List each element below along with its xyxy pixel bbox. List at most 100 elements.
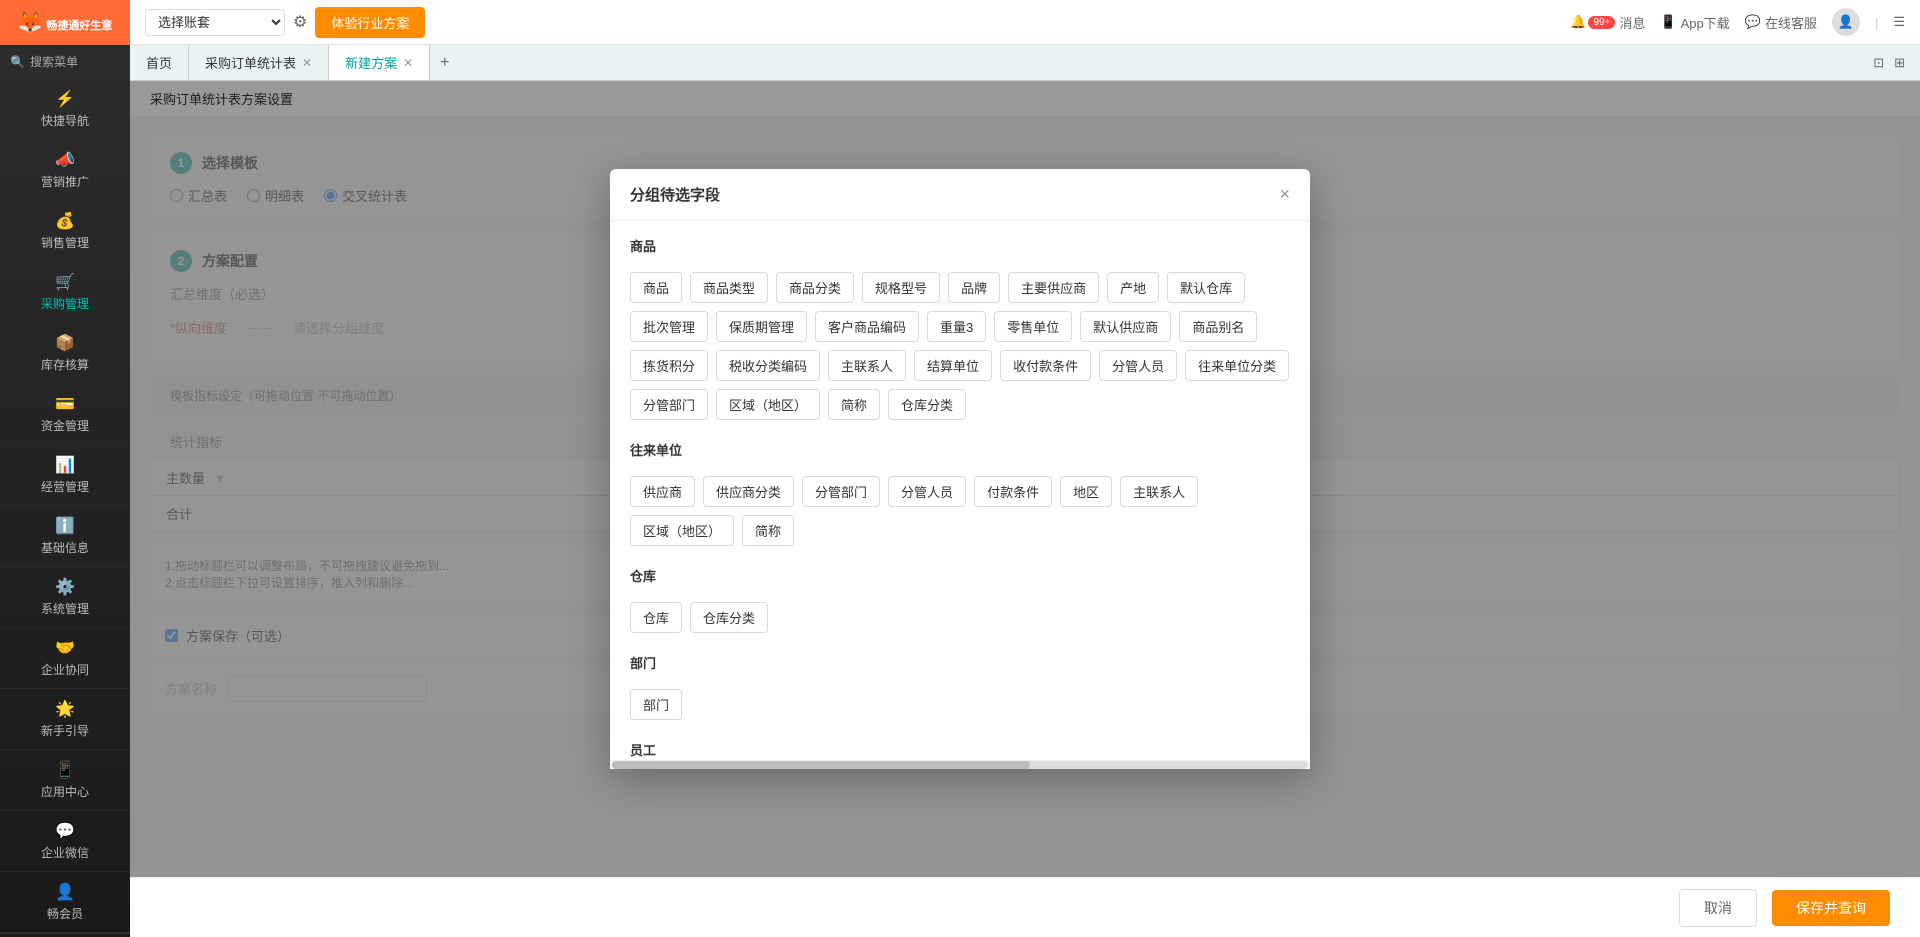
field-tag[interactable]: 批次管理: [630, 311, 708, 342]
sidebar-item-sales[interactable]: 💰 销售管理: [0, 201, 130, 262]
product-fields: 商品商品类型商品分类规格型号品牌主要供应商产地默认仓库批次管理保质期管理客户商品…: [630, 272, 1290, 420]
marketing-icon: 📣: [55, 150, 75, 170]
field-tag[interactable]: 结算单位: [914, 350, 992, 381]
service-icon: 💬: [1745, 14, 1761, 30]
wechat-icon: 💬: [55, 821, 75, 841]
field-tag[interactable]: 商品类型: [690, 272, 768, 303]
topbar-menu-icon[interactable]: ☰: [1893, 14, 1905, 30]
field-tag[interactable]: 默认供应商: [1080, 311, 1171, 342]
topbar-gear-icon[interactable]: ⚙: [293, 12, 307, 32]
inventory-icon: 📦: [55, 333, 75, 353]
field-tag[interactable]: 往来单位分类: [1185, 350, 1289, 381]
sidebar-item-collab[interactable]: 🤝 企业协同: [0, 628, 130, 689]
field-tag[interactable]: 主要供应商: [1008, 272, 1099, 303]
field-tag[interactable]: 地区: [1060, 476, 1112, 507]
section-employee-title: 员工: [630, 740, 1290, 760]
field-tag[interactable]: 默认仓库: [1167, 272, 1245, 303]
field-tag[interactable]: 区域（地区）: [716, 389, 820, 420]
field-tag[interactable]: 商品: [630, 272, 682, 303]
app-download[interactable]: 📱 App下载: [1660, 13, 1729, 32]
member-icon: 👤: [55, 882, 75, 902]
sidebar-item-apps[interactable]: 📱 应用中心: [0, 750, 130, 811]
field-tag[interactable]: 供应商: [630, 476, 695, 507]
field-tag[interactable]: 简称: [742, 515, 794, 546]
avatar[interactable]: 👤: [1832, 8, 1860, 36]
field-tag[interactable]: 付款条件: [974, 476, 1052, 507]
tab-new-plan-close[interactable]: ✕: [403, 56, 413, 70]
tab-collapse-icon[interactable]: ⊡: [1873, 55, 1884, 71]
sidebar-item-inventory[interactable]: 📦 库存核算: [0, 323, 130, 384]
field-tag[interactable]: 收付款条件: [1000, 350, 1091, 381]
sidebar-item-member[interactable]: 👤 畅会员: [0, 872, 130, 933]
field-tag[interactable]: 税收分类编码: [716, 350, 820, 381]
field-tag[interactable]: 部门: [630, 689, 682, 720]
topbar-right: 🔔 99+ 消息 📱 App下载 💬 在线客服 👤 | ☰: [1570, 8, 1905, 36]
field-tag[interactable]: 商品别名: [1179, 311, 1257, 342]
field-tag[interactable]: 商品分类: [776, 272, 854, 303]
field-tag[interactable]: 区域（地区）: [630, 515, 734, 546]
sidebar-logo: 🦊 畅捷通好生意: [0, 0, 130, 45]
field-tag[interactable]: 仓库分类: [690, 602, 768, 633]
experience-btn[interactable]: 体验行业方案: [315, 7, 425, 38]
tab-new-plan[interactable]: 新建方案 ✕: [329, 45, 430, 80]
sidebar-item-operations[interactable]: 📊 经营管理: [0, 445, 130, 506]
sidebar-search[interactable]: 🔍 搜索菜单: [0, 45, 130, 79]
sidebar-item-quick-nav[interactable]: ⚡ 快捷导航: [0, 79, 130, 140]
modal-body: 商品 商品商品类型商品分类规格型号品牌主要供应商产地默认仓库批次管理保质期管理客…: [610, 221, 1310, 760]
field-tag[interactable]: 重量3: [927, 311, 986, 342]
tab-add-icon[interactable]: +: [430, 54, 459, 72]
field-tag[interactable]: 品牌: [948, 272, 1000, 303]
purchase-icon: 🛒: [55, 272, 75, 292]
account-select[interactable]: 选择账套: [145, 9, 285, 36]
basic-icon: ℹ️: [55, 516, 75, 536]
field-tag[interactable]: 供应商分类: [703, 476, 794, 507]
field-tag[interactable]: 零售单位: [994, 311, 1072, 342]
notification-icon: 🔔: [1570, 14, 1586, 30]
field-tag[interactable]: 分管人员: [1099, 350, 1177, 381]
field-tag[interactable]: 分管部门: [802, 476, 880, 507]
sidebar-item-finance[interactable]: 💳 资金管理: [0, 384, 130, 445]
operations-icon: 📊: [55, 455, 75, 475]
sidebar-item-guide[interactable]: 🌟 新手引导: [0, 689, 130, 750]
save-button[interactable]: 保存并查询: [1772, 890, 1890, 926]
finance-icon: 💳: [55, 394, 75, 414]
field-tag[interactable]: 主联系人: [828, 350, 906, 381]
section-warehouse: 仓库 仓库仓库分类: [630, 566, 1290, 633]
field-tag[interactable]: 拣货积分: [630, 350, 708, 381]
online-service[interactable]: 💬 在线客服: [1745, 13, 1817, 32]
sidebar-item-wechat[interactable]: 💬 企业微信: [0, 811, 130, 872]
cancel-button[interactable]: 取消: [1679, 889, 1757, 927]
tab-home[interactable]: 首页: [130, 45, 189, 80]
modal-hscroll[interactable]: [612, 761, 1308, 769]
field-tag[interactable]: 主联系人: [1120, 476, 1198, 507]
modal-close-icon[interactable]: ×: [1279, 184, 1290, 205]
notification-badge: 99+: [1588, 16, 1615, 29]
logo-text: 🦊 畅捷通好生意: [18, 10, 113, 35]
modal-hscroll-thumb: [612, 761, 1030, 769]
tab-expand-icon[interactable]: ⊞: [1894, 55, 1905, 71]
field-tag[interactable]: 仓库: [630, 602, 682, 633]
sidebar-item-marketing[interactable]: 📣 营销推广: [0, 140, 130, 201]
field-tag[interactable]: 保质期管理: [716, 311, 807, 342]
field-tag[interactable]: 规格型号: [862, 272, 940, 303]
topbar-divider: |: [1875, 15, 1878, 30]
field-tag[interactable]: 分管部门: [630, 389, 708, 420]
topbar-left: 选择账套 ⚙ 体验行业方案: [145, 7, 425, 38]
section-department-title: 部门: [630, 653, 1290, 677]
field-tag[interactable]: 仓库分类: [888, 389, 966, 420]
section-product-title: 商品: [630, 236, 1290, 260]
field-tag[interactable]: 产地: [1107, 272, 1159, 303]
bottom-bar: 取消 保存并查询: [130, 877, 1920, 937]
notification-area[interactable]: 🔔 99+ 消息: [1570, 13, 1645, 32]
sidebar: 🦊 畅捷通好生意 🔍 搜索菜单 ⚡ 快捷导航 📣 营销推广 💰 销售管理 🛒 采…: [0, 0, 130, 937]
sidebar-item-system[interactable]: ⚙️ 系统管理: [0, 567, 130, 628]
warehouse-fields: 仓库仓库分类: [630, 602, 1290, 633]
sidebar-bottom: ⚙ 🔊: [0, 933, 130, 937]
tab-purchase-stats-close[interactable]: ✕: [302, 56, 312, 70]
tab-purchase-stats[interactable]: 采购订单统计表 ✕: [189, 45, 329, 80]
sidebar-item-basic[interactable]: ℹ️ 基础信息: [0, 506, 130, 567]
field-tag[interactable]: 客户商品编码: [815, 311, 919, 342]
field-tag[interactable]: 分管人员: [888, 476, 966, 507]
field-tag[interactable]: 简称: [828, 389, 880, 420]
sidebar-item-purchase[interactable]: 🛒 采购管理: [0, 262, 130, 323]
